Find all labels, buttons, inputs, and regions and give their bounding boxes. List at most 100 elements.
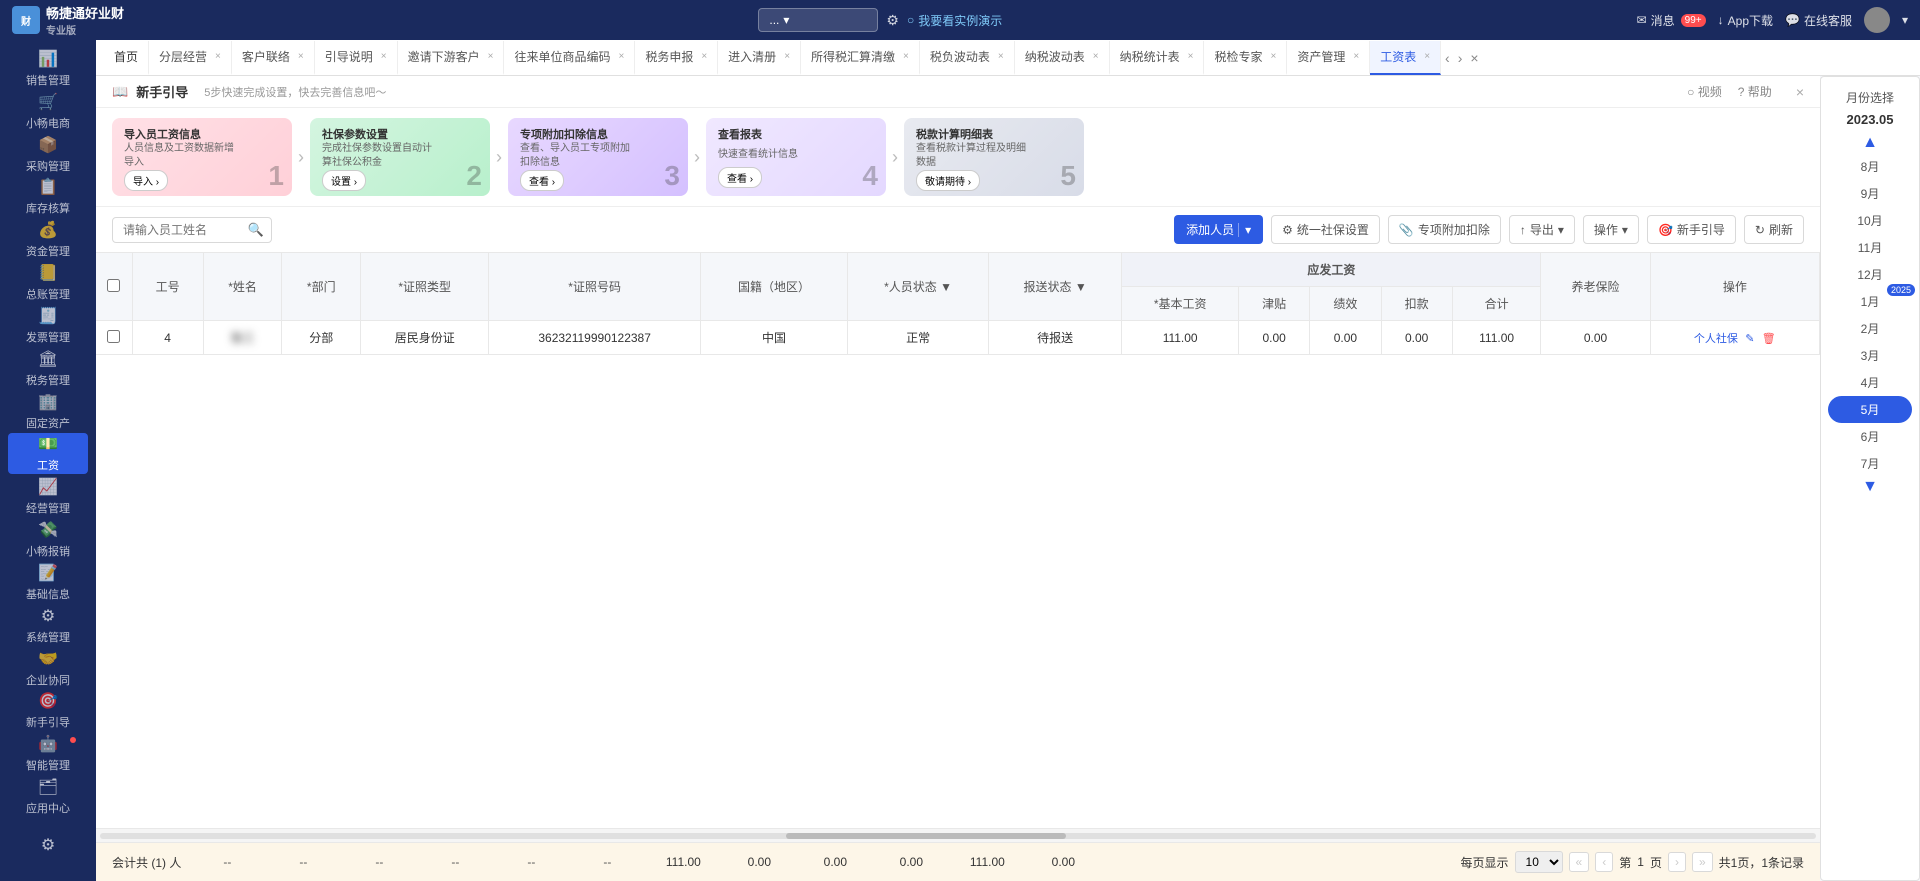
new-guide-button[interactable]: 🎯 新手引导 <box>1647 215 1736 244</box>
tab-tax-stats[interactable]: 纳税统计表 × <box>1110 41 1205 75</box>
guide-close-btn[interactable]: × <box>1796 84 1804 100</box>
tab-prev-btn[interactable]: ‹ <box>1441 50 1454 66</box>
tab-tax-wave[interactable]: 纳税波动表 × <box>1015 41 1110 75</box>
edit-icon[interactable]: ✎ <box>1745 333 1754 345</box>
sidebar-item-app-center[interactable]: 🗂 应用中心 <box>8 776 88 817</box>
step3-btn[interactable]: 查看 › <box>520 170 564 191</box>
tab-next-btn[interactable]: › <box>1454 50 1467 66</box>
tab-invite[interactable]: 邀请下游客户 × <box>398 41 505 75</box>
sidebar-item-invoice[interactable]: 🧾 发票管理 <box>8 305 88 346</box>
sidebar-item-tax[interactable]: 🏛 税务管理 <box>8 348 88 389</box>
page-size-select[interactable]: 10 20 50 <box>1515 851 1563 873</box>
tab-home[interactable]: 首页 <box>104 41 149 75</box>
tab-close[interactable]: × <box>998 51 1004 62</box>
add-person-button[interactable]: 添加人员 ▾ <box>1174 215 1263 244</box>
tab-guide[interactable]: 引导说明 × <box>315 41 398 75</box>
tab-layered[interactable]: 分层经营 × <box>149 41 232 75</box>
step5-btn[interactable]: 敬请期待 › <box>916 170 980 191</box>
user-menu[interactable]: ▾ <box>1902 13 1908 27</box>
export-button[interactable]: ↑ 导出 ▾ <box>1509 215 1575 244</box>
tab-income-tax[interactable]: 所得税汇算清缴 × <box>801 41 920 75</box>
sidebar-item-guide[interactable]: 🎯 新手引导 <box>8 690 88 731</box>
scrollbar-thumb[interactable] <box>786 833 1066 839</box>
month-item-11[interactable]: 11月 <box>1828 234 1912 261</box>
month-up-btn[interactable]: ▲ <box>1860 133 1880 153</box>
tab-product-code[interactable]: 往来单位商品编码 × <box>504 41 635 75</box>
month-item-2[interactable]: 2月 <box>1828 315 1912 342</box>
sidebar-item-ai[interactable]: 🤖 智能管理 <box>8 733 88 774</box>
row-select-checkbox[interactable] <box>107 330 120 343</box>
tab-close[interactable]: × <box>903 51 909 62</box>
tab-tax-burden[interactable]: 税负波动表 × <box>920 41 1015 75</box>
personal-social-link[interactable]: 个人社保 <box>1694 333 1738 345</box>
message-button[interactable]: ✉ 消息 99+ <box>1637 12 1706 29</box>
social-settings-button[interactable]: ⚙ 统一社保设置 <box>1271 215 1380 244</box>
month-item-3[interactable]: 3月 <box>1828 342 1912 369</box>
month-item-7[interactable]: 7月 <box>1828 450 1912 477</box>
step4-btn[interactable]: 查看 › <box>718 167 762 188</box>
tab-asset-mgmt[interactable]: 资产管理 × <box>1287 41 1370 75</box>
settings-icon[interactable]: ⚙ <box>886 12 899 29</box>
sidebar-item-system[interactable]: ⚙ 系统管理 <box>8 605 88 646</box>
scrollbar-track[interactable] <box>100 833 1816 839</box>
col-checkbox-header[interactable] <box>96 253 132 321</box>
month-item-6[interactable]: 6月 <box>1828 423 1912 450</box>
tab-close[interactable]: × <box>488 51 494 62</box>
tab-close[interactable]: × <box>701 51 707 62</box>
month-item-10[interactable]: 10月 <box>1828 207 1912 234</box>
action-button[interactable]: 操作 ▾ <box>1583 215 1639 244</box>
month-item-8[interactable]: 8月 <box>1828 153 1912 180</box>
sidebar-item-purchase[interactable]: 📦 采购管理 <box>8 134 88 175</box>
add-btn-arrow[interactable]: ▾ <box>1238 223 1251 237</box>
sidebar-item-ledger[interactable]: 📒 总账管理 <box>8 262 88 303</box>
sidebar-item-salary[interactable]: 💵 工资 <box>8 433 88 474</box>
tab-clear[interactable]: 进入清册 × <box>718 41 801 75</box>
sidebar-item-basic-info[interactable]: 📝 基础信息 <box>8 562 88 603</box>
sidebar-item-expense[interactable]: 💸 小畅报销 <box>8 519 88 560</box>
sidebar-item-inventory[interactable]: 📋 库存核算 <box>8 176 88 217</box>
help-btn[interactable]: ? 帮助 <box>1738 83 1772 100</box>
select-all-checkbox[interactable] <box>107 279 120 292</box>
first-page-btn[interactable]: « <box>1569 852 1590 872</box>
sidebar-item-assets[interactable]: 🏢 固定资产 <box>8 391 88 432</box>
sidebar-item-operations[interactable]: 📈 经营管理 <box>8 476 88 517</box>
tab-close[interactable]: × <box>618 51 624 62</box>
prev-page-btn[interactable]: ‹ <box>1595 852 1613 872</box>
row-checkbox[interactable] <box>96 321 132 355</box>
video-btn[interactable]: ○ 视频 <box>1687 83 1722 100</box>
last-page-btn[interactable]: » <box>1692 852 1713 872</box>
horizontal-scrollbar[interactable] <box>96 828 1820 842</box>
tab-close[interactable]: × <box>298 51 304 62</box>
sidebar-item-sales[interactable]: 📊 销售管理 <box>8 48 88 89</box>
refresh-button[interactable]: ↻ 刷新 <box>1744 215 1804 244</box>
step2-btn[interactable]: 设置 › <box>322 170 366 191</box>
sidebar-item-settings[interactable]: ⚙ <box>8 819 88 871</box>
month-item-9[interactable]: 9月 <box>1828 180 1912 207</box>
tab-salary[interactable]: 工资表 × <box>1370 41 1441 75</box>
step1-btn[interactable]: 导入 › <box>124 170 168 191</box>
month-item-5[interactable]: 5月 <box>1828 396 1912 423</box>
next-page-btn[interactable]: › <box>1668 852 1686 872</box>
tab-close[interactable]: × <box>215 51 221 62</box>
tab-close-salary[interactable]: × <box>1424 51 1430 62</box>
special-deduct-button[interactable]: 📎 专项附加扣除 <box>1388 215 1501 244</box>
sidebar-item-finance[interactable]: 💰 资金管理 <box>8 219 88 260</box>
tab-close-all-btn[interactable]: × <box>1466 50 1482 66</box>
tab-close[interactable]: × <box>1093 51 1099 62</box>
tab-tax-expert[interactable]: 税检专家 × <box>1204 41 1287 75</box>
tab-close[interactable]: × <box>1188 51 1194 62</box>
sidebar-item-collab[interactable]: 🤝 企业协同 <box>8 648 88 689</box>
online-service-button[interactable]: 💬 在线客服 <box>1785 12 1852 29</box>
app-download-button[interactable]: ↓ App下载 <box>1718 12 1773 29</box>
month-item-4[interactable]: 4月 <box>1828 369 1912 396</box>
tab-close[interactable]: × <box>1270 51 1276 62</box>
month-down-btn[interactable]: ▼ <box>1860 477 1880 497</box>
tab-close[interactable]: × <box>1353 51 1359 62</box>
tab-close[interactable]: × <box>381 51 387 62</box>
sidebar-item-ecommerce[interactable]: 🛒 小畅电商 <box>8 91 88 132</box>
tab-close[interactable]: × <box>784 51 790 62</box>
delete-icon[interactable]: 🗑 <box>1762 333 1776 345</box>
demo-button[interactable]: ○ 我要看实例演示 <box>907 12 1002 29</box>
tab-crm[interactable]: 客户联络 × <box>232 41 315 75</box>
company-selector[interactable]: ... ▾ <box>758 8 878 32</box>
